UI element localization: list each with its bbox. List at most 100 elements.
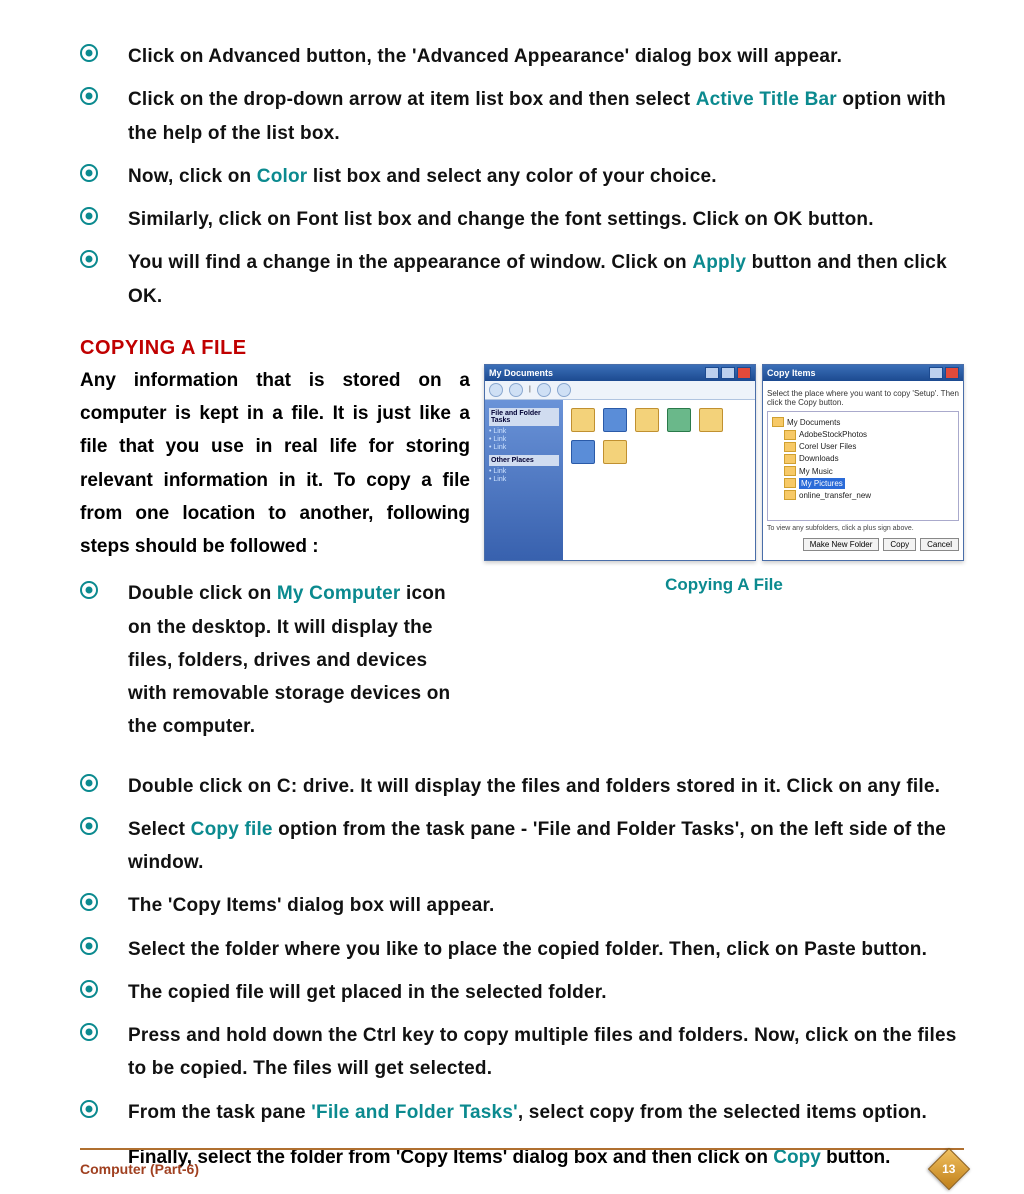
tree-label: AdobeStockPhotos (799, 429, 867, 440)
make-new-folder-button[interactable]: Make New Folder (803, 538, 880, 551)
folder-icon[interactable] (603, 408, 627, 432)
tree-label: online_transfer_new (799, 490, 871, 501)
page-number-badge: 13 (928, 1148, 970, 1190)
bullet-item: Click on the drop-down arrow at item lis… (80, 83, 964, 150)
folder-icon[interactable] (699, 408, 723, 432)
folders-button[interactable] (557, 383, 571, 397)
folder-tree[interactable]: My DocumentsAdobeStockPhotosCorel User F… (767, 411, 959, 521)
bullet-icon (80, 817, 98, 835)
folder-icon[interactable] (603, 440, 627, 464)
tree-row[interactable]: Corel User Files (772, 441, 954, 452)
dialog-titlebar: Copy Items (763, 365, 963, 381)
tree-row[interactable]: My Pictures (772, 478, 954, 489)
bullet-icon (80, 44, 98, 62)
section-heading: COPYING A FILE (80, 337, 964, 360)
tree-row[interactable]: AdobeStockPhotos (772, 429, 954, 440)
bullet-icon (80, 87, 98, 105)
side-link[interactable]: • Link (489, 468, 559, 475)
tree-row[interactable]: My Music (772, 466, 954, 477)
explorer-body: File and Folder Tasks • Link • Link • Li… (485, 400, 755, 560)
fwd-button[interactable] (509, 383, 523, 397)
page-footer: Computer (Part-6) 13 (80, 1148, 964, 1184)
page-number: 13 (942, 1162, 955, 1176)
first-step-list: Double click on My Computer icon on the … (80, 577, 470, 743)
bottom-bullet-list: Double click on C: drive. It will displa… (80, 770, 964, 1129)
cancel-button[interactable]: Cancel (920, 538, 959, 551)
bullet-text: Select the folder where you like to plac… (128, 939, 927, 960)
figure-caption: Copying A File (484, 575, 964, 595)
bullet-icon (80, 164, 98, 182)
dialog-body: Select the place where you want to copy … (763, 381, 963, 555)
intro-column: Any information that is stored on a comp… (80, 364, 470, 754)
bullet-icon (80, 207, 98, 225)
explorer-icons (567, 404, 751, 468)
top-bullet-list: Click on Advanced button, the 'Advanced … (80, 40, 964, 313)
tree-label: My Pictures (799, 478, 845, 489)
toolbar-sep: | (529, 386, 531, 393)
folder-icon (784, 430, 796, 440)
tree-label: Corel User Files (799, 441, 856, 452)
bullet-icon (80, 893, 98, 911)
dialog-buttons: Make New Folder Copy Cancel (767, 538, 959, 551)
back-button[interactable] (489, 383, 503, 397)
window-controls (929, 367, 959, 379)
folder-icon[interactable] (635, 408, 659, 432)
help-icon[interactable] (929, 367, 943, 379)
bullet-icon (80, 937, 98, 955)
step-text: Double click on My Computer icon on the … (128, 583, 450, 737)
dialog-note: To view any subfolders, click a plus sig… (767, 525, 959, 532)
tree-label: Downloads (799, 453, 839, 464)
close-icon[interactable] (737, 367, 751, 379)
folder-icon (784, 466, 796, 476)
max-icon[interactable] (721, 367, 735, 379)
copy-items-dialog: Copy Items Select the place where you wa… (762, 364, 964, 561)
bullet-item: The copied file will get placed in the s… (80, 976, 964, 1009)
bullet-item: Press and hold down the Ctrl key to copy… (80, 1019, 964, 1086)
bullet-text: Click on the drop-down arrow at item lis… (128, 89, 946, 143)
window-controls (705, 367, 751, 379)
dialog-instruction: Select the place where you want to copy … (767, 389, 959, 407)
bullet-text: Now, click on Color list box and select … (128, 166, 717, 187)
side-link[interactable]: • Link (489, 428, 559, 435)
bullet-item: Select Copy file option from the task pa… (80, 813, 964, 880)
bullet-item: Double click on C: drive. It will displa… (80, 770, 964, 803)
bullet-icon (80, 774, 98, 792)
explorer-sidebar: File and Folder Tasks • Link • Link • Li… (485, 400, 563, 560)
folder-icon (784, 478, 796, 488)
explorer-toolbar: | (485, 381, 755, 400)
folder-icon (772, 417, 784, 427)
bullet-item: Now, click on Color list box and select … (80, 160, 964, 193)
bullet-text: Double click on C: drive. It will displa… (128, 776, 940, 797)
search-button[interactable] (537, 383, 551, 397)
bullet-text: Click on Advanced button, the 'Advanced … (128, 46, 842, 67)
side-link[interactable]: • Link (489, 436, 559, 443)
explorer-main (563, 400, 755, 560)
bullet-icon (80, 1100, 98, 1118)
bullet-text: You will find a change in the appearance… (128, 252, 947, 306)
textbook-page: Click on Advanced button, the 'Advanced … (0, 0, 1024, 1194)
bullet-text: From the task pane 'File and Folder Task… (128, 1102, 927, 1123)
text-post: icon on the desktop. It will display the… (128, 583, 450, 737)
bullet-item: Similarly, click on Font list box and ch… (80, 203, 964, 236)
bullet-text: The copied file will get placed in the s… (128, 982, 607, 1003)
bullet-text: Press and hold down the Ctrl key to copy… (128, 1025, 957, 1079)
tree-row[interactable]: online_transfer_new (772, 490, 954, 501)
side-header-1: File and Folder Tasks (489, 408, 559, 426)
text-teal: My Computer (277, 583, 401, 604)
intro-row: Any information that is stored on a comp… (80, 364, 964, 754)
side-link[interactable]: • Link (489, 476, 559, 483)
folder-icon[interactable] (667, 408, 691, 432)
folder-icon[interactable] (571, 408, 595, 432)
close-icon[interactable] (945, 367, 959, 379)
tree-label: My Documents (787, 417, 840, 428)
tree-row[interactable]: My Documents (772, 417, 954, 428)
folder-icon (784, 442, 796, 452)
copy-button[interactable]: Copy (883, 538, 916, 551)
bullet-icon (80, 980, 98, 998)
side-link[interactable]: • Link (489, 444, 559, 451)
folder-icon[interactable] (571, 440, 595, 464)
min-icon[interactable] (705, 367, 719, 379)
bullet-text: Similarly, click on Font list box and ch… (128, 209, 874, 230)
side-header-2: Other Places (489, 455, 559, 466)
tree-row[interactable]: Downloads (772, 453, 954, 464)
